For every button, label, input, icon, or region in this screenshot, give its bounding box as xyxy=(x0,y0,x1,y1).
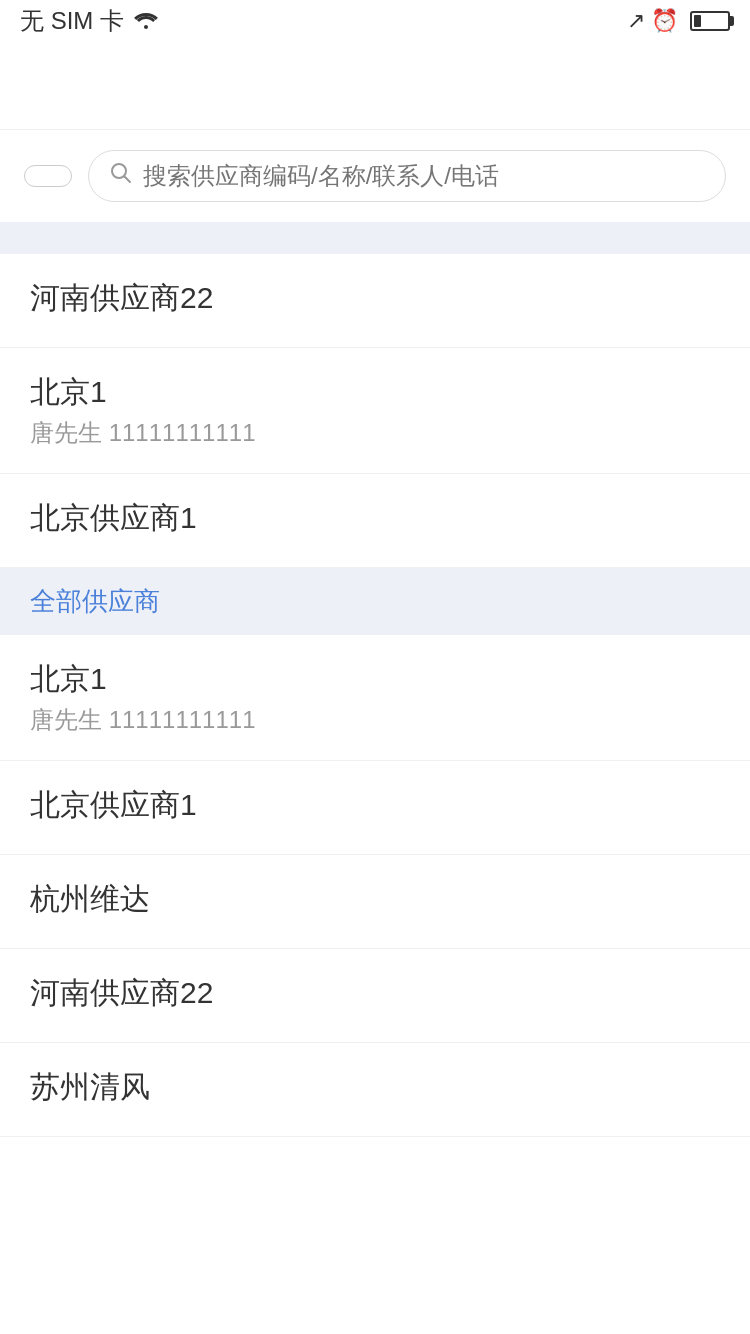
recent-list: 河南供应商22 北京1 唐先生 11111111111 北京供应商1 xyxy=(0,254,750,568)
svg-line-1 xyxy=(125,177,131,183)
search-icon xyxy=(109,161,133,191)
list-item[interactable]: 杭州维达 xyxy=(0,855,750,949)
search-input[interactable] xyxy=(143,162,705,190)
search-box[interactable] xyxy=(88,150,726,202)
nav-bar xyxy=(0,42,750,130)
item-name: 河南供应商22 xyxy=(30,278,720,319)
all-list: 北京1 唐先生 11111111111 北京供应商1 杭州维达河南供应商22 苏州清风 xyxy=(0,635,750,1137)
list-item[interactable]: 北京1 唐先生 11111111111 xyxy=(0,635,750,761)
battery-icon xyxy=(690,11,730,31)
item-name: 北京1 xyxy=(30,659,720,700)
list-item[interactable]: 苏州清风 xyxy=(0,1043,750,1137)
status-left: 无 SIM 卡 xyxy=(20,5,160,37)
alarm-icon: ⏰ xyxy=(651,8,678,34)
item-name: 北京供应商1 xyxy=(30,785,720,826)
recent-section-header xyxy=(0,222,750,254)
location-icon: ↗ xyxy=(627,8,645,34)
status-bar: 无 SIM 卡 ↗ ⏰ xyxy=(0,0,750,42)
list-item[interactable]: 河南供应商22 xyxy=(0,949,750,1043)
sim-status: 无 SIM 卡 xyxy=(20,5,124,37)
status-right: ↗ ⏰ xyxy=(627,8,730,34)
item-name: 苏州清风 xyxy=(30,1067,720,1108)
list-item[interactable]: 河南供应商22 xyxy=(0,254,750,348)
item-name: 北京1 xyxy=(30,372,720,413)
category-button[interactable] xyxy=(24,165,72,187)
list-item[interactable]: 北京1 唐先生 11111111111 xyxy=(0,348,750,474)
item-sub: 唐先生 11111111111 xyxy=(30,417,720,449)
search-area xyxy=(0,130,750,222)
all-section-header: 全部供应商 xyxy=(0,568,750,635)
item-name: 河南供应商22 xyxy=(30,973,720,1014)
item-name: 北京供应商1 xyxy=(30,498,720,539)
wifi-icon xyxy=(132,7,160,35)
list-item[interactable]: 北京供应商1 xyxy=(0,761,750,855)
item-sub: 唐先生 11111111111 xyxy=(30,704,720,736)
item-name: 杭州维达 xyxy=(30,879,720,920)
list-item[interactable]: 北京供应商1 xyxy=(0,474,750,568)
